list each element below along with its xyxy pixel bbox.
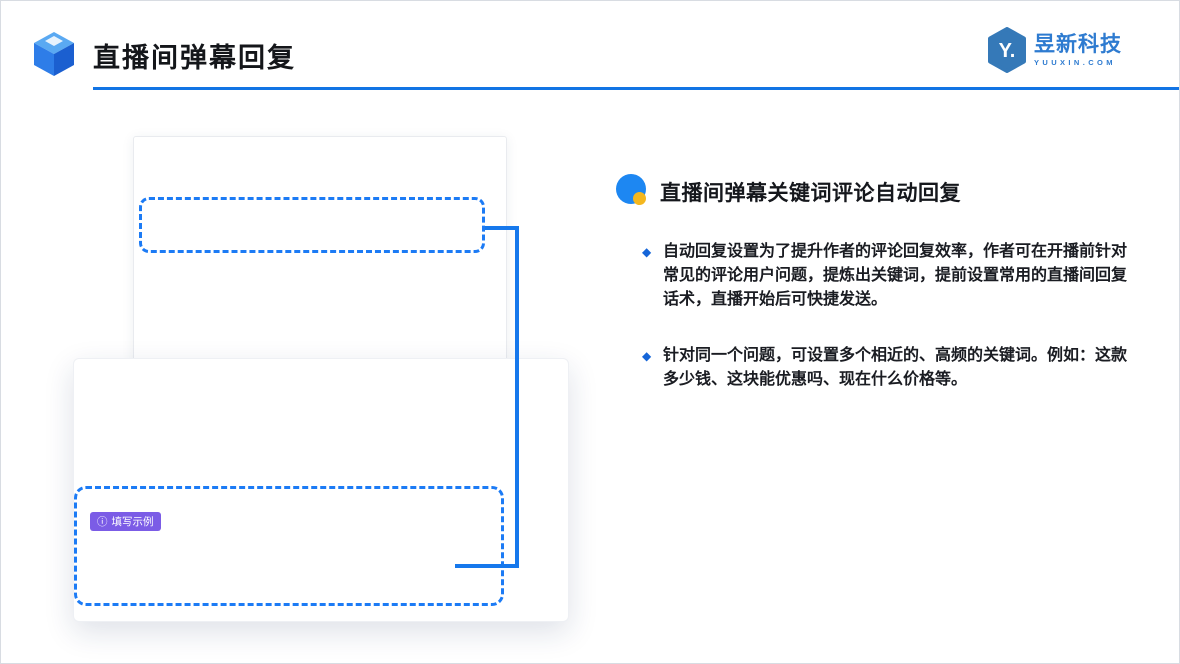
brand-domain: YUUXIN.COM <box>1034 58 1116 67</box>
chat-bubble-icon <box>616 174 650 208</box>
yellow-dot <box>633 192 646 205</box>
diamond-bullet-icon: ◆ <box>642 349 652 363</box>
comments-panel <box>133 136 507 364</box>
svg-text:Y.: Y. <box>999 40 1016 62</box>
example-badge-label: 填写示例 <box>111 516 154 528</box>
brand-name: 昱新科技 <box>1034 33 1122 56</box>
auto-reply-settings-dialog <box>73 358 569 622</box>
feature-bullet: 针对同一个问题，可设置多个相近的、高频的关键词。例如：这款多少钱、这块能优惠吗、… <box>663 347 1128 388</box>
feature-heading: 直播间弹幕关键词评论自动回复 <box>660 182 961 205</box>
feature-bullet: 自动回复设置为了提升作者的评论回复效率，作者可在开播前针对常见的评论用户问题，提… <box>663 243 1128 308</box>
brand-hexagon-icon: Y. <box>988 27 1026 73</box>
header-divider <box>93 87 1180 90</box>
example-badge: ⓘ 填写示例 <box>90 512 161 531</box>
app-logo-cube-icon <box>34 32 74 76</box>
info-icon: ⓘ <box>97 516 108 528</box>
brand-logo: Y. 昱新科技 YUUXIN.COM <box>986 27 1122 73</box>
page-title: 直播间弹幕回复 <box>93 43 296 73</box>
diamond-bullet-icon: ◆ <box>642 245 652 259</box>
